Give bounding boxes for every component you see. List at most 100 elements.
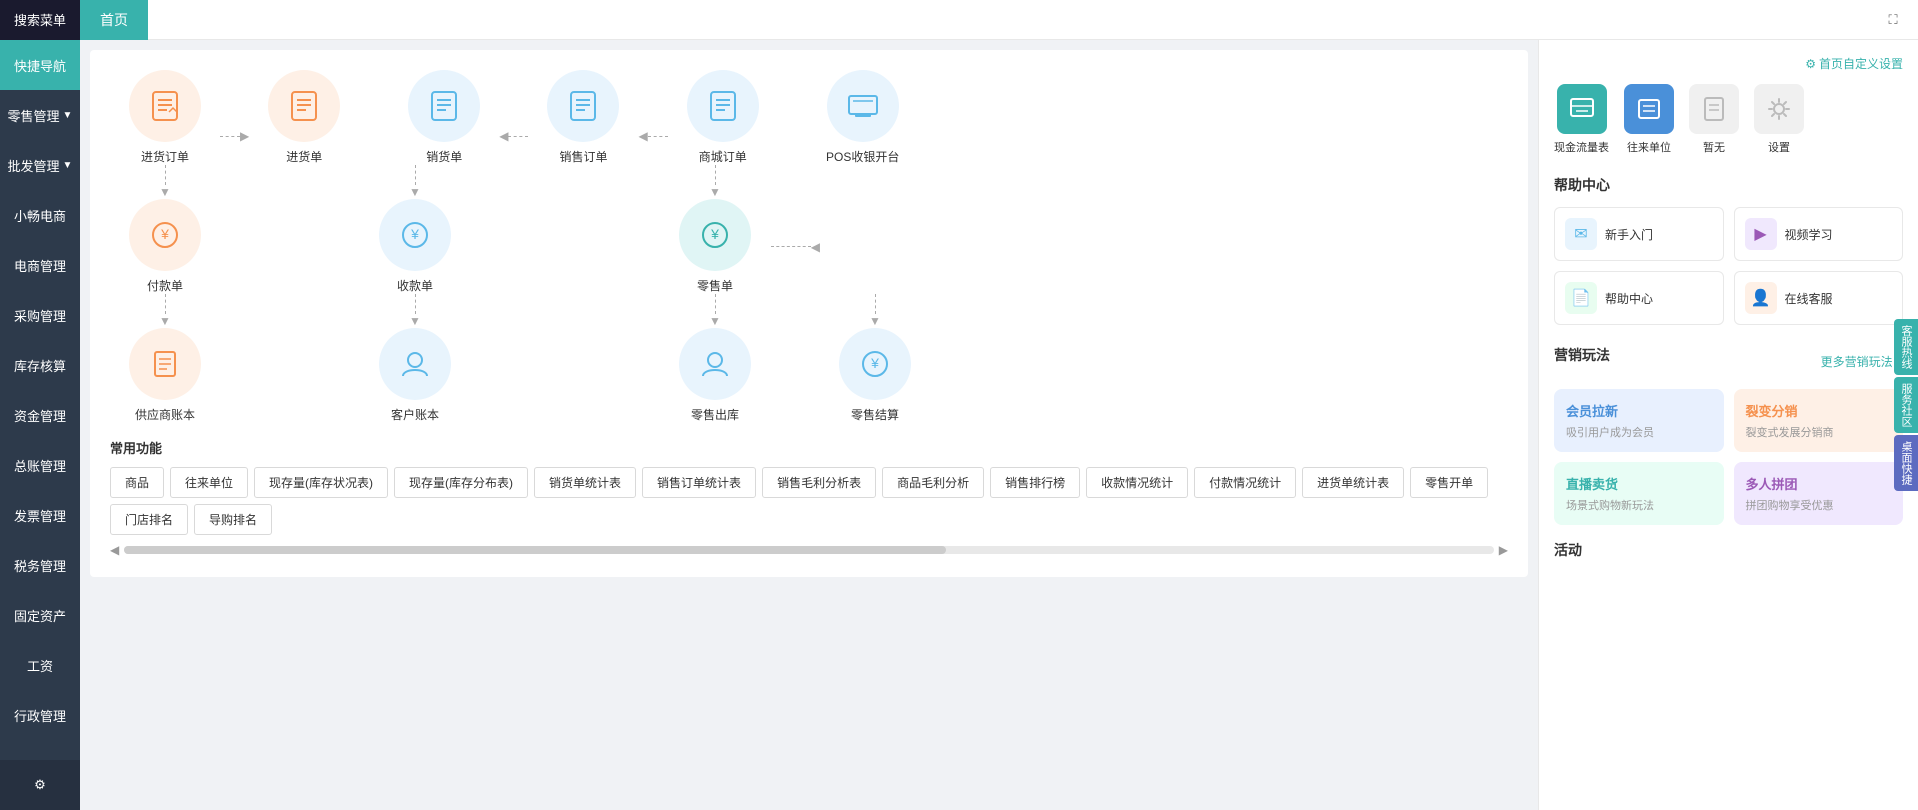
func-btn-14[interactable]: 导购排名 — [194, 504, 272, 535]
chevron-down-icon: ▼ — [63, 160, 73, 171]
help-item-3[interactable]: 👤在线客服 — [1734, 271, 1904, 325]
svg-text:¥: ¥ — [710, 226, 719, 242]
sidebar-item-7[interactable]: 资金管理 — [0, 390, 80, 440]
float-btn-1[interactable]: 服务社区 — [1894, 377, 1918, 433]
quick-icon-3[interactable]: 设置 — [1754, 84, 1804, 155]
func-btn-10[interactable]: 付款情况统计 — [1194, 467, 1296, 498]
sidebar-item-0[interactable]: 快捷导航 — [0, 40, 80, 90]
sidebar-item-10[interactable]: 税务管理 — [0, 540, 80, 590]
func-btn-9[interactable]: 收款情况统计 — [1086, 467, 1188, 498]
quick-icon-box-0 — [1557, 84, 1607, 134]
sidebar-item-6[interactable]: 库存核算 — [0, 340, 80, 390]
marketing-item-title-2: 直播卖货 — [1566, 474, 1712, 493]
node-sales-order[interactable] — [547, 70, 619, 142]
quick-icon-box-1 — [1624, 84, 1674, 134]
func-btn-11[interactable]: 进货单统计表 — [1302, 467, 1404, 498]
help-label-0: 新手入门 — [1605, 226, 1653, 243]
help-grid: ✉新手入门▶视频学习 📄 帮助中心 👤在线客服 — [1554, 207, 1903, 325]
sidebar-item-9[interactable]: 发票管理 — [0, 490, 80, 540]
more-marketing-link[interactable]: 更多营销玩法 > — [1821, 353, 1903, 370]
marketing-item-0[interactable]: 会员拉新吸引用户成为会员 — [1554, 389, 1724, 452]
scroll-track[interactable] — [124, 546, 1494, 554]
func-btn-5[interactable]: 销售订单统计表 — [642, 467, 756, 498]
quick-nav-card: 进货订单 ▶ 进货单 — [90, 50, 1528, 577]
help-item-0[interactable]: ✉新手入门 — [1554, 207, 1724, 261]
quick-icon-1[interactable]: 往来单位 — [1624, 84, 1674, 155]
marketing-item-1[interactable]: 裂变分销裂变式发展分销商 — [1734, 389, 1904, 452]
node-receipt[interactable]: ¥ — [379, 199, 451, 271]
node-retail-out[interactable] — [679, 328, 751, 400]
marketing-item-2[interactable]: 直播卖货场景式购物新玩法 — [1554, 462, 1724, 525]
common-func-section: 常用功能 商品往来单位现存量(库存状况表)现存量(库存分布表)销货单统计表销售订… — [110, 438, 1508, 535]
node-purchase-order[interactable] — [129, 70, 201, 142]
node-purchase-bill[interactable] — [268, 70, 340, 142]
gear-icon: ⚙ — [34, 777, 46, 793]
sidebar-item-4[interactable]: 电商管理 — [0, 240, 80, 290]
sidebar-item-8[interactable]: 总账管理 — [0, 440, 80, 490]
node-retail[interactable]: ¥ — [679, 199, 751, 271]
help-label-2: 帮助中心 — [1605, 290, 1653, 307]
func-btn-7[interactable]: 商品毛利分析 — [882, 467, 984, 498]
func-btn-8[interactable]: 销售排行榜 — [990, 467, 1080, 498]
help-item-2[interactable]: 📄 帮助中心 — [1554, 271, 1724, 325]
search-menu-button[interactable]: 搜索菜单 — [0, 0, 80, 40]
func-btn-1[interactable]: 往来单位 — [170, 467, 248, 498]
sidebar-item-2[interactable]: 批发管理▼ — [0, 140, 80, 190]
sidebar-item-3[interactable]: 小畅电商 — [0, 190, 80, 240]
node-pos-label: POS收银开台 — [826, 148, 899, 165]
activity-title: 活动 — [1554, 540, 1903, 560]
node-mall-order[interactable] — [687, 70, 759, 142]
float-btn-0[interactable]: 客服热线 — [1894, 319, 1918, 375]
node-retail-label: 零售单 — [697, 277, 733, 294]
sidebar-item-11[interactable]: 固定资产 — [0, 590, 80, 640]
sidebar-item-12[interactable]: 工资 — [0, 640, 80, 690]
help-icon-2: 📄 — [1565, 282, 1597, 314]
node-retail-out-label: 零售出库 — [691, 406, 739, 423]
node-customer-account[interactable] — [379, 328, 451, 400]
marketing-item-desc-3: 拼团购物享受优惠 — [1746, 497, 1892, 513]
fullscreen-icon: ⛶ — [1888, 12, 1897, 28]
sidebar: 快捷导航零售管理▼批发管理▼小畅电商电商管理采购管理库存核算资金管理总账管理发票… — [0, 40, 80, 810]
sidebar-item-1[interactable]: 零售管理▼ — [0, 90, 80, 140]
float-btn-2[interactable]: 桌面快捷 — [1894, 435, 1918, 491]
node-payment[interactable]: ¥ — [129, 199, 201, 271]
func-btn-4[interactable]: 销货单统计表 — [534, 467, 636, 498]
scroll-right-arrow[interactable]: ▶ — [1499, 543, 1508, 557]
help-item-1[interactable]: ▶视频学习 — [1734, 207, 1904, 261]
sidebar-gear-button[interactable]: ⚙ — [0, 760, 80, 810]
help-label-1: 视频学习 — [1785, 226, 1833, 243]
func-btn-2[interactable]: 现存量(库存状况表) — [254, 467, 388, 498]
marketing-item-desc-2: 场景式购物新玩法 — [1566, 497, 1712, 513]
quick-icon-label-0: 现金流量表 — [1554, 139, 1609, 155]
help-center-title: 帮助中心 — [1554, 175, 1903, 195]
sidebar-item-5[interactable]: 采购管理 — [0, 290, 80, 340]
customize-link[interactable]: ⚙ 首页自定义设置 — [1805, 55, 1903, 72]
scroll-left-arrow[interactable]: ◀ — [110, 543, 119, 557]
marketing-item-3[interactable]: 多人拼团拼团购物享受优惠 — [1734, 462, 1904, 525]
marketing-header: 营销玩法 更多营销玩法 > — [1554, 345, 1903, 377]
node-retail-settle[interactable]: ¥ — [839, 328, 911, 400]
quick-icon-0[interactable]: 现金流量表 — [1554, 84, 1609, 155]
marketing-grid: 会员拉新吸引用户成为会员裂变分销裂变式发展分销商直播卖货场景式购物新玩法多人拼团… — [1554, 389, 1903, 525]
node-payment-label: 付款单 — [147, 277, 183, 294]
fullscreen-button[interactable]: ⛶ — [1878, 5, 1908, 35]
node-pos[interactable] — [827, 70, 899, 142]
node-sales-bill[interactable] — [408, 70, 480, 142]
node-supplier-account[interactable] — [129, 328, 201, 400]
func-btn-3[interactable]: 现存量(库存分布表) — [394, 467, 528, 498]
func-btn-12[interactable]: 零售开单 — [1410, 467, 1488, 498]
sidebar-item-13[interactable]: 行政管理 — [0, 690, 80, 740]
quick-icon-box-3 — [1754, 84, 1804, 134]
svg-text:¥: ¥ — [160, 226, 169, 242]
node-mall-order-label: 商城订单 — [699, 148, 747, 165]
func-btn-0[interactable]: 商品 — [110, 467, 164, 498]
func-btn-6[interactable]: 销售毛利分析表 — [762, 467, 876, 498]
marketing-item-desc-0: 吸引用户成为会员 — [1566, 424, 1712, 440]
tab-home[interactable]: 首页 — [80, 0, 148, 40]
main-panel: 进货订单 ▶ 进货单 — [80, 40, 1538, 810]
quick-icon-label-3: 设置 — [1768, 139, 1790, 155]
func-btn-13[interactable]: 门店排名 — [110, 504, 188, 535]
float-buttons: 客服热线服务社区桌面快捷 — [1894, 319, 1918, 491]
scroll-row: ◀ ▶ — [110, 543, 1508, 557]
quick-icon-2[interactable]: 暂无 — [1689, 84, 1739, 155]
